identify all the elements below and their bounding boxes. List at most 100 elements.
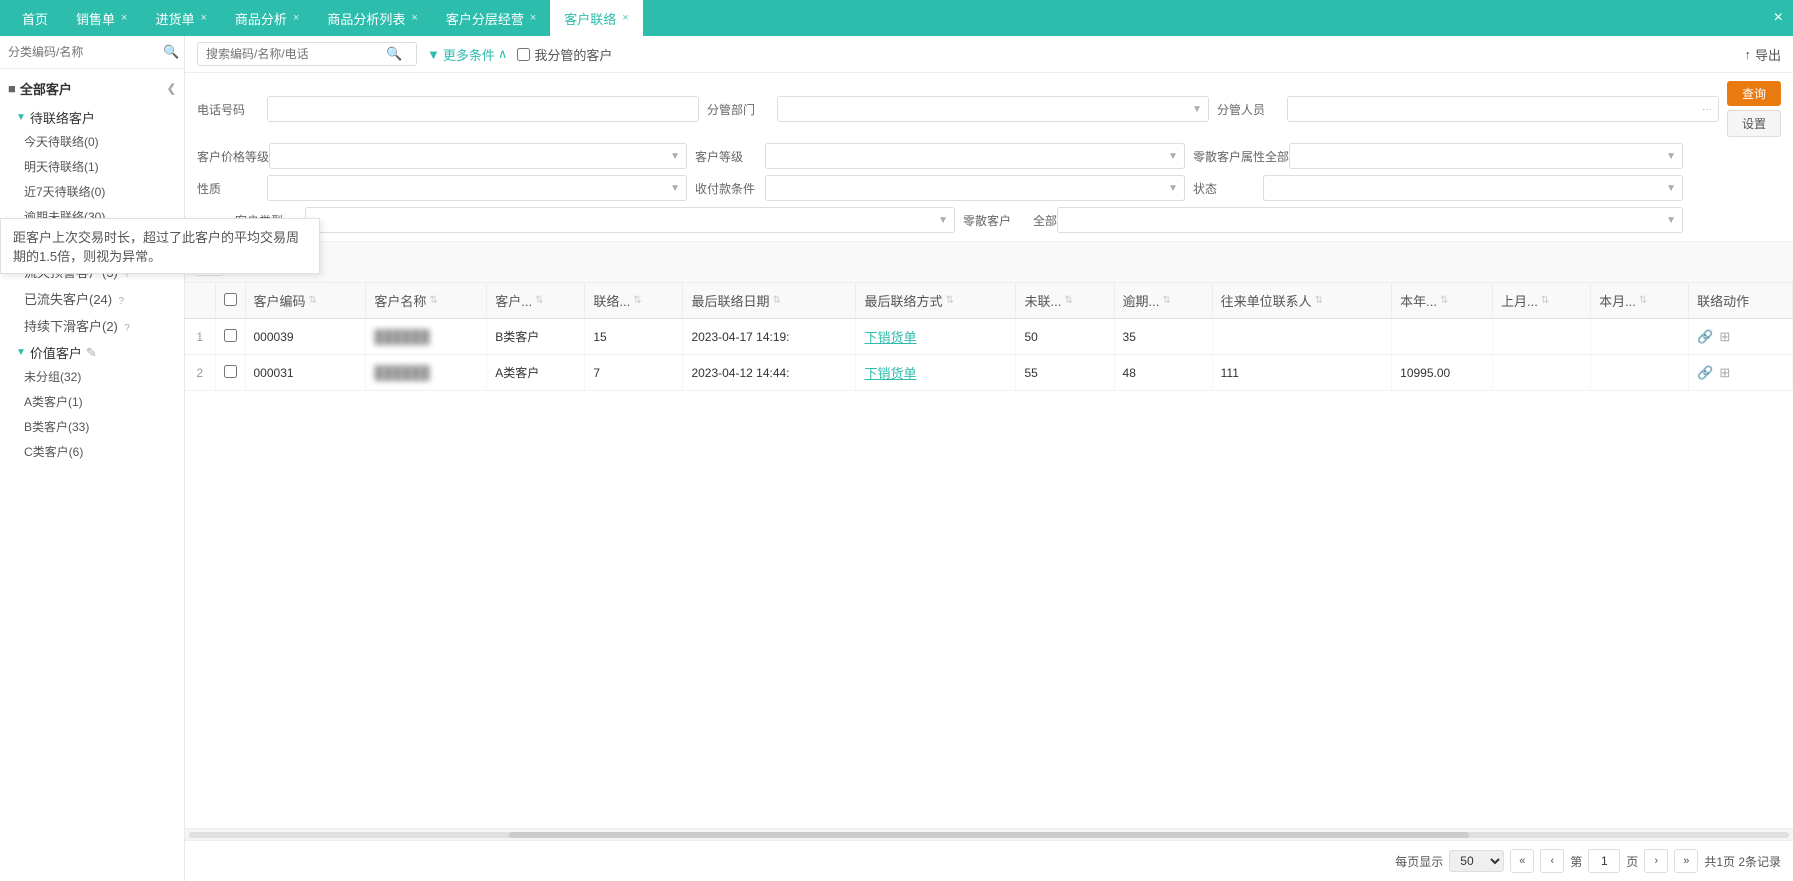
sidebar-item-class-a[interactable]: A类客户(1) <box>0 389 184 414</box>
filter-select-nature[interactable]: ▼ <box>267 175 687 201</box>
sidebar-item-today[interactable]: 今天待联络(0) <box>0 129 184 154</box>
table-row: 1 000039 ██████ B类客户 15 2023-04-17 14:19… <box>185 319 1793 355</box>
nav-item-customer-layering[interactable]: 客户分层经营 × <box>432 0 550 36</box>
sidebar-all-customers[interactable]: ■ 全部客户 ❮ <box>0 73 184 104</box>
sort-uncontacted-icon[interactable]: ⇅ <box>1064 295 1072 306</box>
my-customers-checkbox[interactable] <box>517 48 530 61</box>
row1-grid-icon[interactable]: ⊞ <box>1719 329 1730 345</box>
close-all-button[interactable]: × <box>1774 9 1783 27</box>
last-page-button[interactable]: » <box>1674 849 1698 873</box>
sort-name-icon[interactable]: ⇅ <box>429 295 437 306</box>
filter-select-customer-level[interactable]: ▼ <box>765 143 1185 169</box>
collapse-icon[interactable]: ❮ <box>167 82 176 95</box>
row2-last-method[interactable]: 下销货单 <box>856 355 1016 391</box>
row1-name: ██████ <box>366 319 487 355</box>
select-all-checkbox[interactable] <box>224 293 237 306</box>
main-search-icon[interactable]: 🔍 <box>386 46 402 62</box>
row2-num: 2 <box>185 355 215 391</box>
sidebar: 🔍 ■ 全部客户 ❮ ▼ 待联络客户 今天待联络(0) 明天待联络(1) 近7天… <box>0 36 185 881</box>
row2-overdue: 48 <box>1114 355 1212 391</box>
per-page-select[interactable]: 50 100 200 <box>1449 850 1504 872</box>
filter-select-scattered-attr[interactable]: ▼ <box>1289 143 1683 169</box>
first-page-button[interactable]: « <box>1510 849 1534 873</box>
more-conditions-button[interactable]: ▼ 更多条件 ∧ <box>427 45 507 64</box>
nav-item-product-analysis[interactable]: 商品分析 × <box>221 0 313 36</box>
sort-date-icon[interactable]: ⇅ <box>772 295 780 306</box>
nav-item-customer-contact[interactable]: 客户联络 × <box>550 0 642 36</box>
close-purchase-icon[interactable]: × <box>200 12 206 24</box>
filter-select-dept[interactable]: ▼ <box>777 96 1209 122</box>
page-input[interactable] <box>1588 849 1620 873</box>
sort-contact-icon[interactable]: ⇅ <box>633 295 641 306</box>
row1-link-icon[interactable]: 🔗 <box>1697 329 1713 345</box>
nav-item-home[interactable]: 首页 <box>8 0 62 36</box>
sidebar-pending-contact-group[interactable]: ▼ 待联络客户 <box>0 104 184 129</box>
close-sales-icon[interactable]: × <box>121 12 127 24</box>
price-level-arrow-icon: ▼ <box>670 151 680 162</box>
dept-arrow-icon: ▼ <box>1192 104 1202 115</box>
main-search-input[interactable] <box>206 47 386 61</box>
sort-year-icon[interactable]: ⇅ <box>1440 295 1448 306</box>
sidebar-item-class-c[interactable]: C类客户(6) <box>0 439 184 464</box>
row1-method-link[interactable]: 下销货单 <box>864 330 916 345</box>
row2-code[interactable]: 000031 <box>245 355 366 391</box>
sort-unit-icon[interactable]: ⇅ <box>1315 295 1323 306</box>
row2-checkbox[interactable] <box>224 365 237 378</box>
row1-code[interactable]: 000039 <box>245 319 366 355</box>
sidebar-item-unclassified[interactable]: 未分组(32) <box>0 364 184 389</box>
value-group-edit-icon[interactable]: ✎ <box>86 345 97 361</box>
sort-type-icon[interactable]: ⇅ <box>535 295 543 306</box>
declining-info-icon[interactable]: ? <box>124 323 130 334</box>
row2-method-link[interactable]: 下销货单 <box>864 366 916 381</box>
sidebar-value-group-header[interactable]: ▼ 价值客户 ✎ <box>0 339 184 364</box>
row1-checkbox[interactable] <box>224 329 237 342</box>
nav-item-sales[interactable]: 销售单 × <box>62 0 141 36</box>
filter-select-payment[interactable]: ▼ <box>765 175 1185 201</box>
filter-select-manager[interactable]: ··· <box>1287 96 1719 122</box>
sort-method-icon[interactable]: ⇅ <box>946 295 954 306</box>
scrollbar-thumb[interactable] <box>509 832 1469 838</box>
sidebar-item-declining[interactable]: 持续下滑客户(2) ? <box>0 312 184 339</box>
row2-link-icon[interactable]: 🔗 <box>1697 365 1713 381</box>
filter-label-scattered-attr: 零散客户属性 <box>1193 148 1265 165</box>
close-product-list-icon[interactable]: × <box>411 12 417 24</box>
settings-button[interactable]: 设置 <box>1727 110 1781 137</box>
filter-select-status[interactable]: ▼ <box>1263 175 1683 201</box>
filter-row-1: 电话号码 分管部门 ▼ 分管人员 ··· <box>197 81 1781 137</box>
sidebar-item-class-b[interactable]: B类客户(33) <box>0 414 184 439</box>
close-customer-contact-icon[interactable]: × <box>622 12 628 24</box>
close-product-analysis-icon[interactable]: × <box>293 12 299 24</box>
query-button[interactable]: 查询 <box>1727 81 1781 106</box>
sidebar-item-7days[interactable]: 近7天待联络(0) <box>0 179 184 204</box>
my-customers-filter[interactable]: 我分管的客户 <box>517 45 612 64</box>
th-customer-name: 客户名称 ⇅ <box>366 283 487 319</box>
close-customer-layering-icon[interactable]: × <box>530 12 536 24</box>
sort-overdue-icon[interactable]: ⇅ <box>1162 295 1170 306</box>
filter-select-scattered-customer[interactable]: ▼ <box>1057 207 1683 233</box>
table-wrap: 客户编码 ⇅ 客户名称 ⇅ <box>185 283 1793 828</box>
filter-select-customer-type[interactable]: ▼ <box>305 207 955 233</box>
nav-item-product-list[interactable]: 商品分析列表 × <box>313 0 431 36</box>
next-page-button[interactable]: › <box>1644 849 1668 873</box>
already-lost-info-icon[interactable]: ? <box>118 296 124 307</box>
filter-select-price-level[interactable]: ▼ <box>269 143 687 169</box>
export-button[interactable]: ↑ 导出 <box>1744 45 1781 64</box>
filter-input-phone[interactable] <box>267 96 699 122</box>
sort-month-icon[interactable]: ⇅ <box>1639 295 1647 306</box>
sidebar-search-icon[interactable]: 🔍 <box>163 44 179 60</box>
customer-type-arrow-icon: ▼ <box>938 215 948 226</box>
row2-actions: 🔗 ⊞ <box>1689 355 1793 391</box>
sidebar-item-already-lost[interactable]: 已流失客户(24) ? <box>0 285 184 312</box>
row1-last-method[interactable]: 下销货单 <box>856 319 1016 355</box>
filter-label-scattered-customer: 零散客户 <box>963 212 1033 229</box>
sidebar-item-tomorrow[interactable]: 明天待联络(1) <box>0 154 184 179</box>
sort-code-icon[interactable]: ⇅ <box>309 295 317 306</box>
sort-last-month-icon[interactable]: ⇅ <box>1541 295 1549 306</box>
prev-page-button[interactable]: ‹ <box>1540 849 1564 873</box>
sidebar-search-input[interactable] <box>8 45 163 59</box>
row2-grid-icon[interactable]: ⊞ <box>1719 365 1730 381</box>
nav-item-purchase[interactable]: 进货单 × <box>141 0 220 36</box>
th-this-month: 本月... ⇅ <box>1591 283 1689 319</box>
filter-bar: 🔍 ▼ 更多条件 ∧ 我分管的客户 ↑ 导出 <box>185 36 1793 73</box>
horizontal-scrollbar[interactable] <box>185 828 1793 840</box>
